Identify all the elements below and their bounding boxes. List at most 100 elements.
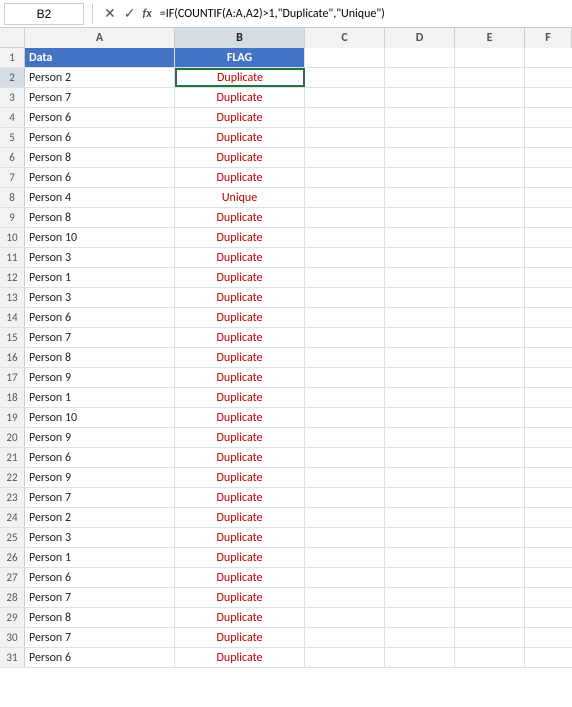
cell-f8[interactable] — [525, 188, 572, 207]
cell-e28[interactable] — [455, 588, 525, 607]
cell-e21[interactable] — [455, 448, 525, 467]
cell-e2[interactable] — [455, 68, 525, 87]
cell-b18[interactable]: Duplicate — [175, 388, 305, 407]
cell-a3[interactable]: Person 7 — [25, 88, 175, 107]
cell-b25[interactable]: Duplicate — [175, 528, 305, 547]
cell-c16[interactable] — [305, 348, 385, 367]
cell-a30[interactable]: Person 7 — [25, 628, 175, 647]
cell-a26[interactable]: Person 1 — [25, 548, 175, 567]
cell-a28[interactable]: Person 7 — [25, 588, 175, 607]
cell-e25[interactable] — [455, 528, 525, 547]
cell-b3[interactable]: Duplicate — [175, 88, 305, 107]
cell-a8[interactable]: Person 4 — [25, 188, 175, 207]
cell-a14[interactable]: Person 6 — [25, 308, 175, 327]
cell-a24[interactable]: Person 2 — [25, 508, 175, 527]
cell-c20[interactable] — [305, 428, 385, 447]
cell-b20[interactable]: Duplicate — [175, 428, 305, 447]
cancel-icon[interactable]: ✕ — [101, 5, 119, 22]
cell-d8[interactable] — [385, 188, 455, 207]
cell-e31[interactable] — [455, 648, 525, 667]
cell-a5[interactable]: Person 6 — [25, 128, 175, 147]
cell-a2[interactable]: Person 2 — [25, 68, 175, 87]
cell-f17[interactable] — [525, 368, 572, 387]
cell-a19[interactable]: Person 10 — [25, 408, 175, 427]
cell-b26[interactable]: Duplicate — [175, 548, 305, 567]
cell-a11[interactable]: Person 3 — [25, 248, 175, 267]
cell-d31[interactable] — [385, 648, 455, 667]
cell-f13[interactable] — [525, 288, 572, 307]
cell-e8[interactable] — [455, 188, 525, 207]
cell-d5[interactable] — [385, 128, 455, 147]
cell-c27[interactable] — [305, 568, 385, 587]
cell-d21[interactable] — [385, 448, 455, 467]
cell-e9[interactable] — [455, 208, 525, 227]
cell-d13[interactable] — [385, 288, 455, 307]
cell-c25[interactable] — [305, 528, 385, 547]
col-header-a[interactable]: A — [25, 28, 175, 48]
cell-a17[interactable]: Person 9 — [25, 368, 175, 387]
cell-a21[interactable]: Person 6 — [25, 448, 175, 467]
cell-b5[interactable]: Duplicate — [175, 128, 305, 147]
cell-d11[interactable] — [385, 248, 455, 267]
cell-e13[interactable] — [455, 288, 525, 307]
cell-d28[interactable] — [385, 588, 455, 607]
cell-d20[interactable] — [385, 428, 455, 447]
cell-c19[interactable] — [305, 408, 385, 427]
cell-c11[interactable] — [305, 248, 385, 267]
cell-b19[interactable]: Duplicate — [175, 408, 305, 427]
cell-d4[interactable] — [385, 108, 455, 127]
cell-b22[interactable]: Duplicate — [175, 468, 305, 487]
cell-d2[interactable] — [385, 68, 455, 87]
cell-c4[interactable] — [305, 108, 385, 127]
cell-f14[interactable] — [525, 308, 572, 327]
cell-f15[interactable] — [525, 328, 572, 347]
cell-d29[interactable] — [385, 608, 455, 627]
cell-a25[interactable]: Person 3 — [25, 528, 175, 547]
formula-input[interactable] — [160, 3, 568, 25]
cell-d12[interactable] — [385, 268, 455, 287]
cell-c6[interactable] — [305, 148, 385, 167]
cell-f4[interactable] — [525, 108, 572, 127]
cell-c17[interactable] — [305, 368, 385, 387]
cell-f19[interactable] — [525, 408, 572, 427]
cell-f18[interactable] — [525, 388, 572, 407]
cell-d30[interactable] — [385, 628, 455, 647]
cell-d22[interactable] — [385, 468, 455, 487]
cell-b17[interactable]: Duplicate — [175, 368, 305, 387]
cell-d24[interactable] — [385, 508, 455, 527]
cell-c30[interactable] — [305, 628, 385, 647]
cell-a23[interactable]: Person 7 — [25, 488, 175, 507]
cell-e5[interactable] — [455, 128, 525, 147]
cell-a12[interactable]: Person 1 — [25, 268, 175, 287]
cell-b6[interactable]: Duplicate — [175, 148, 305, 167]
cell-e17[interactable] — [455, 368, 525, 387]
cell-b15[interactable]: Duplicate — [175, 328, 305, 347]
cell-b21[interactable]: Duplicate — [175, 448, 305, 467]
cell-d25[interactable] — [385, 528, 455, 547]
cell-b12[interactable]: Duplicate — [175, 268, 305, 287]
cell-d23[interactable] — [385, 488, 455, 507]
cell-a10[interactable]: Person 10 — [25, 228, 175, 247]
col-header-f[interactable]: F — [525, 28, 572, 48]
cell-f1[interactable] — [525, 48, 572, 67]
cell-e26[interactable] — [455, 548, 525, 567]
cell-c10[interactable] — [305, 228, 385, 247]
cell-e30[interactable] — [455, 628, 525, 647]
cell-e19[interactable] — [455, 408, 525, 427]
cell-c13[interactable] — [305, 288, 385, 307]
col-header-d[interactable]: D — [385, 28, 455, 48]
cell-b1[interactable]: FLAG — [175, 48, 305, 67]
cell-b7[interactable]: Duplicate — [175, 168, 305, 187]
cell-c3[interactable] — [305, 88, 385, 107]
cell-f10[interactable] — [525, 228, 572, 247]
cell-e10[interactable] — [455, 228, 525, 247]
cell-c12[interactable] — [305, 268, 385, 287]
cell-f22[interactable] — [525, 468, 572, 487]
cell-b29[interactable]: Duplicate — [175, 608, 305, 627]
cell-a15[interactable]: Person 7 — [25, 328, 175, 347]
cell-c5[interactable] — [305, 128, 385, 147]
cell-c15[interactable] — [305, 328, 385, 347]
cell-a6[interactable]: Person 8 — [25, 148, 175, 167]
cell-f5[interactable] — [525, 128, 572, 147]
cell-b10[interactable]: Duplicate — [175, 228, 305, 247]
